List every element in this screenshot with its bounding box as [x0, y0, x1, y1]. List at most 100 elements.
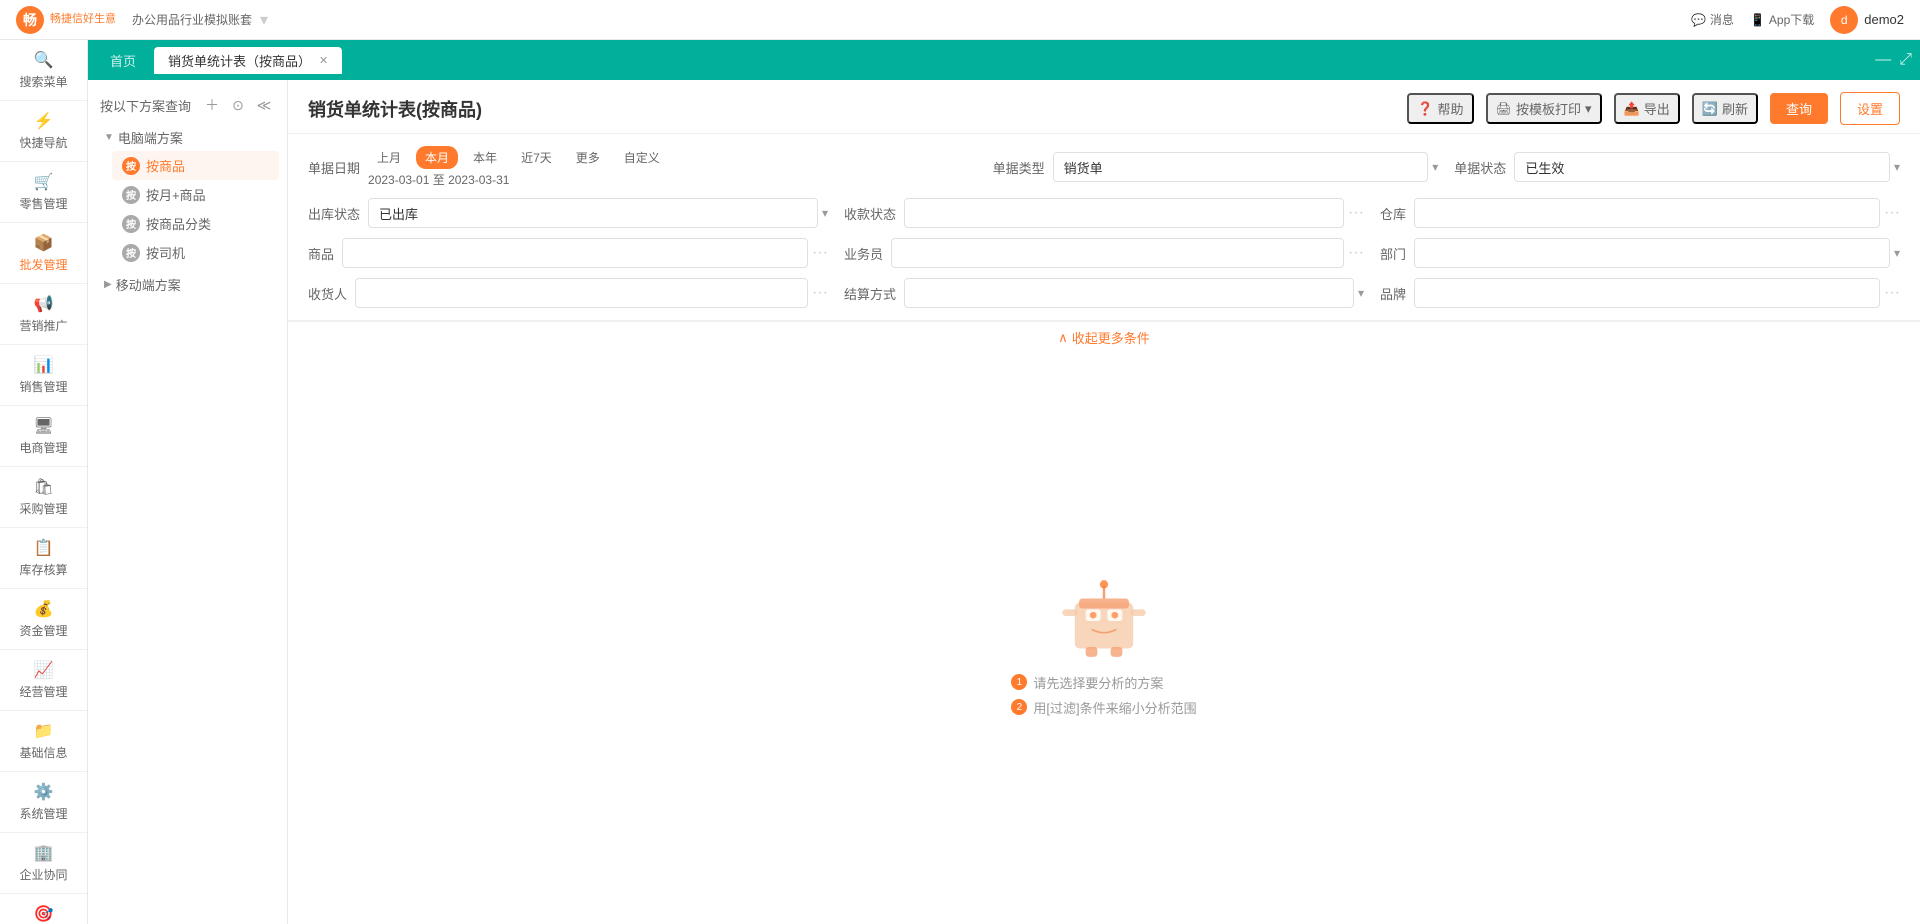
tab-home[interactable]: 首页: [96, 47, 150, 74]
warehouse-dots[interactable]: ···: [1884, 204, 1900, 222]
payment-status-control: ···: [904, 198, 1364, 228]
outbound-status-control: ▾: [368, 198, 828, 228]
tree-arrow-mobile: ▶: [104, 279, 112, 290]
app-label: App下载: [1769, 11, 1814, 28]
receiver-dots[interactable]: ···: [812, 284, 828, 302]
sidebar-item-quick-nav[interactable]: ⚡ 快捷导航: [0, 101, 87, 162]
department-input[interactable]: [1414, 238, 1890, 268]
message-label: 消息: [1710, 11, 1734, 28]
settlement-input[interactable]: [904, 278, 1354, 308]
date-btn-current-month[interactable]: 本月: [416, 146, 458, 169]
receiver-control: ···: [355, 278, 828, 308]
collapse-bar-label: 收起更多条件: [1072, 328, 1150, 347]
app-download-btn[interactable]: 📱 App下载: [1750, 11, 1814, 28]
sidebar-item-finance[interactable]: 💰 资金管理: [0, 589, 87, 650]
collapse-panel-btn[interactable]: ≪: [253, 94, 275, 116]
print-dropdown-icon[interactable]: ▾: [1585, 101, 1592, 117]
filter-item-brand: 品牌 ···: [1380, 278, 1900, 308]
sidebar-item-ecommerce-label: 电商管理: [19, 439, 67, 456]
sidebar-item-basic-info[interactable]: 📁 基础信息: [0, 711, 87, 772]
empty-state: 1 请先选择要分析的方案 2 用[过滤]条件来缩小分析范围: [288, 353, 1920, 924]
tree-section: ▼ 电脑端方案 按 按商品 按 按月+商品: [88, 124, 287, 298]
tab-minimize-btn[interactable]: —: [1875, 51, 1891, 69]
filter-item-goods: 商品 ···: [308, 238, 828, 268]
settings-btn[interactable]: 设置: [1840, 92, 1900, 125]
sidebar-item-sales[interactable]: 📊 销售管理: [0, 345, 87, 406]
sidebar-item-retail[interactable]: 🛒 零售管理: [0, 162, 87, 223]
user-profile[interactable]: d demo2: [1830, 6, 1904, 34]
date-quick-btns: 上月 本月 本年 近7天 更多 自定义: [368, 146, 669, 169]
query-btn[interactable]: 查询: [1770, 93, 1828, 124]
status-label: 单据状态: [1454, 158, 1506, 177]
date-btn-7days[interactable]: 近7天: [512, 146, 561, 169]
top-header: 畅 畅捷信好生意 办公用品行业模拟账套 ▾ 💬 消息 📱 App下载 d dem…: [0, 0, 1920, 40]
date-btn-current-year[interactable]: 本年: [464, 146, 506, 169]
receiver-input[interactable]: [355, 278, 808, 308]
sidebar-item-guide[interactable]: 🎯 新手引导: [0, 894, 87, 924]
tip-text-2: 用[过滤]条件来缩小分析范围: [1033, 698, 1196, 717]
tree-child-by-goods-label: 按商品: [146, 156, 185, 175]
sidebar-item-marketing[interactable]: 📢 营销推广: [0, 284, 87, 345]
status-dropdown-icon[interactable]: ▾: [1894, 160, 1900, 174]
message-btn[interactable]: 💬 消息: [1691, 11, 1734, 28]
brand-input[interactable]: [1414, 278, 1880, 308]
empty-tips: 1 请先选择要分析的方案 2 用[过滤]条件来缩小分析范围: [1011, 673, 1196, 717]
tree-arrow-pc: ▼: [104, 132, 114, 143]
refresh-scheme-btn[interactable]: ⊙: [227, 94, 249, 116]
date-btn-more[interactable]: 更多: [567, 146, 609, 169]
status-input[interactable]: [1514, 152, 1890, 182]
tree-child-by-warehouse[interactable]: 按 按司机: [112, 238, 279, 267]
date-btn-custom[interactable]: 自定义: [615, 146, 669, 169]
tip-num-2: 2: [1011, 699, 1027, 715]
tree-child-by-category[interactable]: 按 按商品分类: [112, 209, 279, 238]
tree-parent-pc[interactable]: ▼ 电脑端方案: [96, 124, 279, 151]
user-name: demo2: [1864, 12, 1904, 27]
dropdown-arrow-icon[interactable]: ▾: [260, 10, 268, 30]
doc-type-dropdown-icon[interactable]: ▾: [1432, 160, 1438, 174]
tree-child-by-goods[interactable]: 按 按商品: [112, 151, 279, 180]
outbound-status-dropdown-icon[interactable]: ▾: [822, 206, 828, 220]
salesperson-input[interactable]: [891, 238, 1344, 268]
refresh-btn[interactable]: 🔄 刷新: [1692, 93, 1758, 124]
tab-maximize-btn[interactable]: ⤢: [1899, 51, 1912, 69]
goods-dots[interactable]: ···: [812, 244, 828, 262]
payment-status-dots[interactable]: ···: [1348, 204, 1364, 222]
tab-sales-report[interactable]: 销货单统计表（按商品） ✕: [154, 47, 342, 74]
goods-input[interactable]: [342, 238, 808, 268]
help-btn[interactable]: ❓ 帮助: [1407, 93, 1473, 124]
export-label: 导出: [1644, 99, 1670, 118]
sidebar-item-system[interactable]: ⚙️ 系统管理: [0, 772, 87, 833]
sidebar-item-wholesale-label: 批发管理: [19, 256, 67, 273]
sidebar-item-purchase[interactable]: 🛍 采购管理: [0, 467, 87, 528]
settlement-dropdown-icon[interactable]: ▾: [1358, 286, 1364, 300]
sidebar-item-operations[interactable]: 📈 经营管理: [0, 650, 87, 711]
sidebar-item-ecommerce[interactable]: 🖥 电商管理: [0, 406, 87, 467]
salesperson-dots[interactable]: ···: [1348, 244, 1364, 262]
purchase-icon: 🛍: [33, 477, 53, 497]
department-dropdown-icon[interactable]: ▾: [1894, 246, 1900, 260]
date-btn-last-month[interactable]: 上月: [368, 146, 410, 169]
export-btn[interactable]: 📤 导出: [1614, 93, 1680, 124]
tree-parent-mobile[interactable]: ▶ 移动端方案: [96, 271, 279, 298]
tree-child-by-month-goods[interactable]: 按 按月+商品: [112, 180, 279, 209]
doc-type-input[interactable]: [1053, 152, 1429, 182]
add-scheme-btn[interactable]: ＋: [201, 94, 223, 116]
sidebar-item-finance-label: 资金管理: [19, 622, 67, 639]
sidebar-item-search[interactable]: 🔍 搜索菜单: [0, 40, 87, 101]
brand-dots[interactable]: ···: [1884, 284, 1900, 302]
sidebar-item-inventory[interactable]: 📋 库存核算: [0, 528, 87, 589]
collapse-bar[interactable]: ∧ 收起更多条件: [288, 321, 1920, 353]
tab-close-icon[interactable]: ✕: [319, 54, 328, 67]
sidebar-item-sales-label: 销售管理: [19, 378, 67, 395]
sales-icon: 📊: [34, 355, 54, 375]
payment-status-input[interactable]: [904, 198, 1344, 228]
sidebar-item-enterprise[interactable]: 🏢 企业协同: [0, 833, 87, 894]
sidebar-item-wholesale[interactable]: 📦 批发管理: [0, 223, 87, 284]
print-template-btn[interactable]: 🖨 按模板打印 ▾: [1486, 93, 1602, 124]
sidebar-item-quick-nav-label: 快捷导航: [19, 134, 67, 151]
department-control: ▾: [1414, 238, 1900, 268]
warehouse-input[interactable]: [1414, 198, 1880, 228]
outbound-status-input[interactable]: [368, 198, 818, 228]
tree-child-by-goods-icon: 按: [122, 157, 140, 175]
sidebar-item-enterprise-label: 企业协同: [19, 866, 67, 883]
